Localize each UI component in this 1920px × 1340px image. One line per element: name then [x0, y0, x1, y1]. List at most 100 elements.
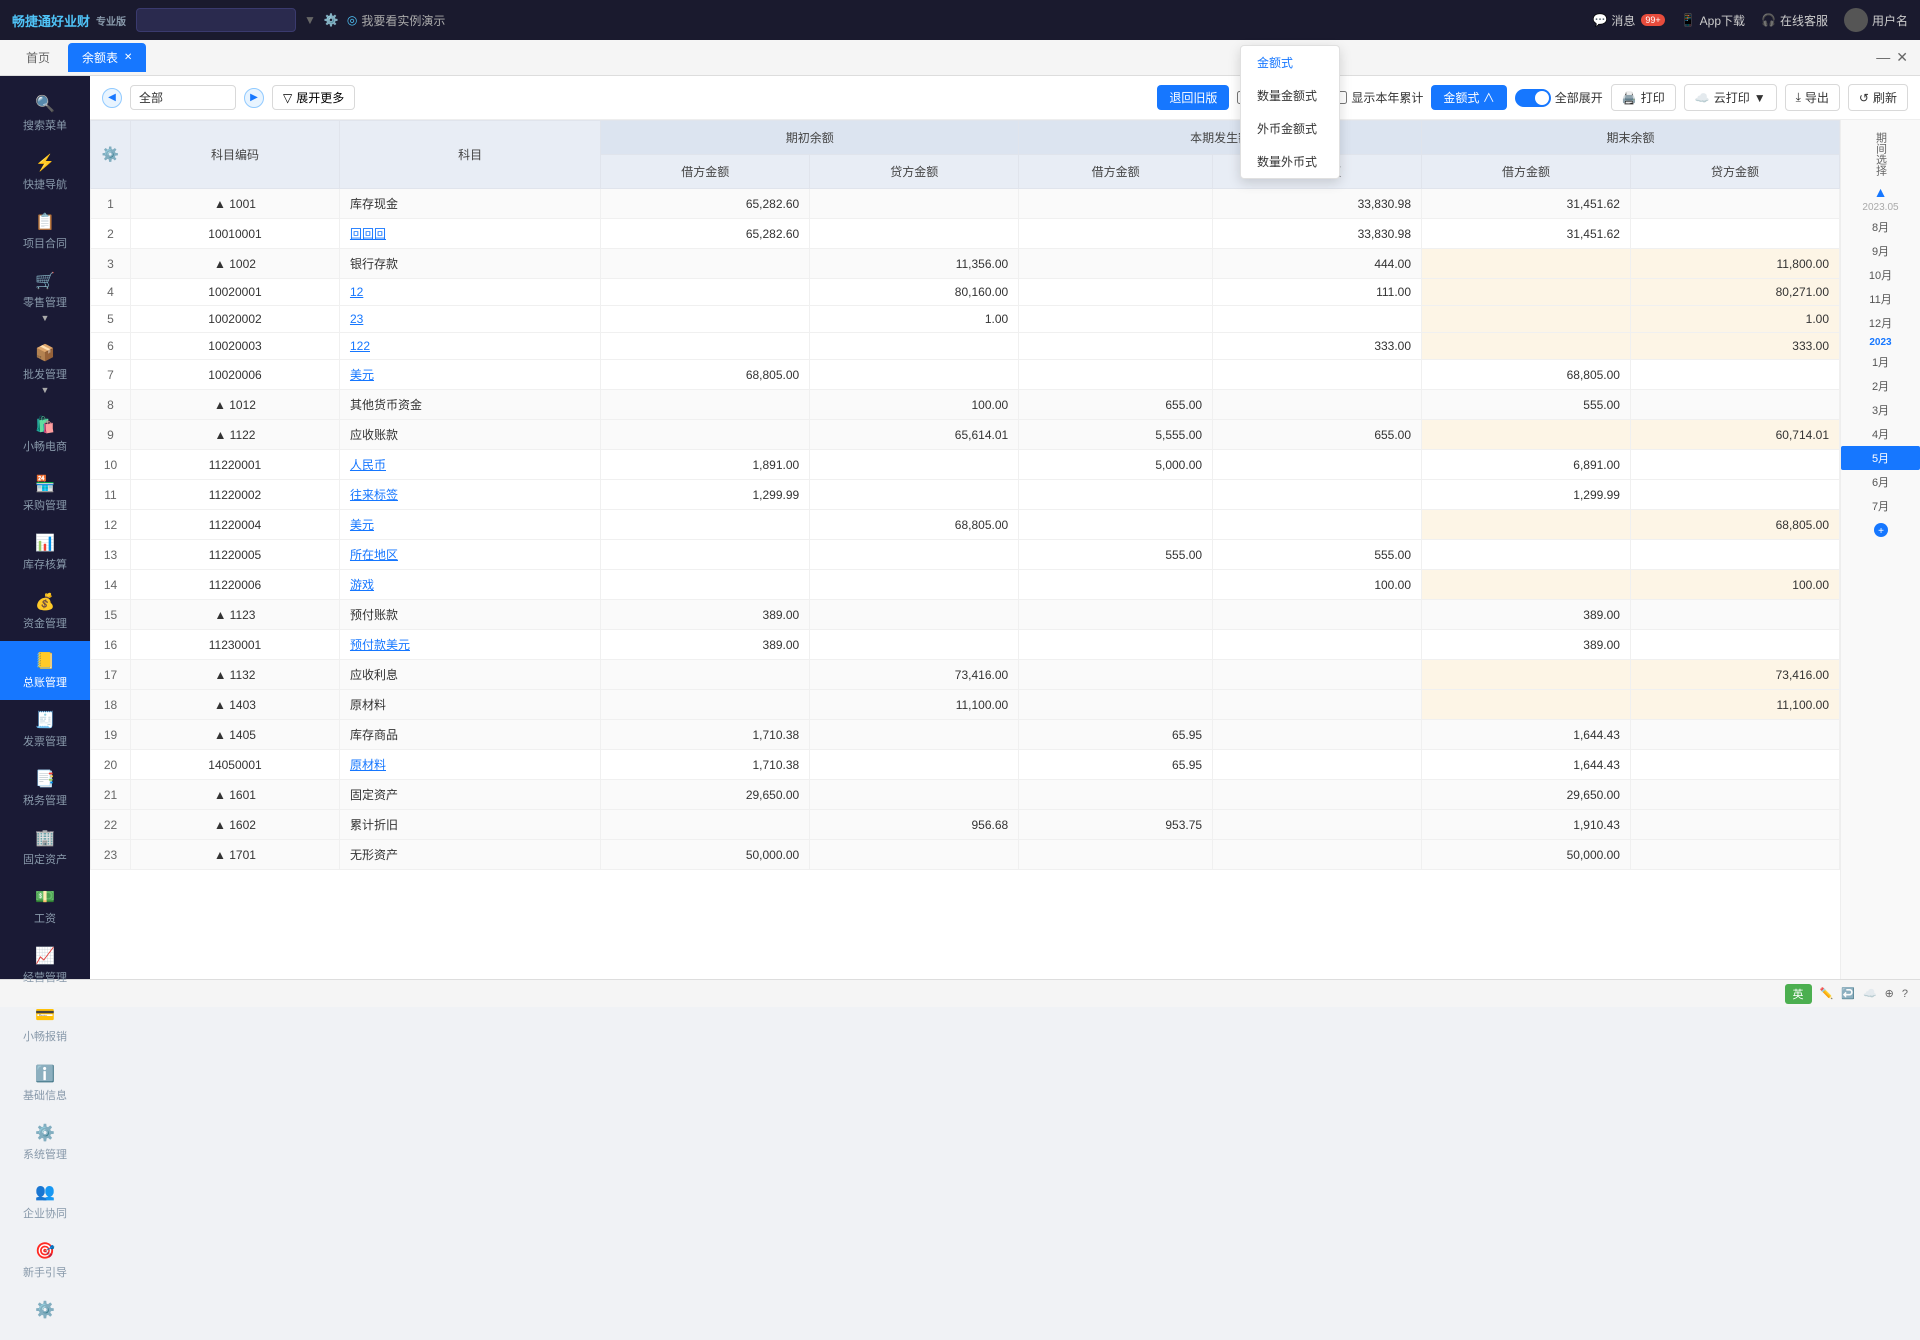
sidebar-item-search[interactable]: 🔍 搜索菜单 [0, 84, 90, 143]
style-dropdown-btn[interactable]: 金额式 ∧ [1431, 85, 1506, 110]
cell-code: 10020002 [131, 306, 340, 333]
tab-close-icon[interactable]: ✕ [124, 52, 132, 63]
table-container: ⚙️ 科目编码 科目 期初余额 本期发生额 期末余额 借方金额 贷方金额 借方金… [90, 120, 1840, 979]
period-month-3[interactable]: 3月 [1841, 398, 1920, 422]
tab-home[interactable]: 首页 [12, 43, 64, 72]
sidebar-item-project[interactable]: 📋 项目合同 [0, 202, 90, 261]
cloud-sync-icon[interactable]: ☁️ [1863, 987, 1877, 1000]
cell-name[interactable]: 美元 [339, 510, 600, 540]
help-icon[interactable]: ? [1902, 988, 1908, 1000]
sidebar-item-ops[interactable]: 📈 经营管理 [0, 936, 90, 995]
sidebar-item-expense[interactable]: 💳 小畅报销 [0, 995, 90, 1054]
export-btn[interactable]: ⤓ 导出 [1785, 84, 1840, 111]
table-settings-icon[interactable]: ⚙️ [102, 146, 119, 162]
cell-code: 11220006 [131, 570, 340, 600]
dropdown-item-qty-foreign[interactable]: 数量外币式 [1241, 145, 1339, 178]
refresh-btn[interactable]: ↺ 刷新 [1848, 84, 1908, 111]
search-all-label: 全部 [139, 89, 163, 106]
period-month-8[interactable]: 8月 [1841, 215, 1920, 239]
cell-name[interactable]: 所在地区 [339, 540, 600, 570]
lang-btn[interactable]: 英 [1785, 984, 1812, 1004]
period-month-5[interactable]: 5月 [1841, 446, 1920, 470]
sidebar-item-ledger[interactable]: 📒 总账管理 [0, 641, 90, 700]
cell-name[interactable]: 游戏 [339, 570, 600, 600]
cell-closing-credit: 333.00 [1630, 333, 1839, 360]
nav-back-btn[interactable]: ◀ [102, 88, 122, 108]
cell-name[interactable]: 12 [339, 279, 600, 306]
nav-forward-btn[interactable]: ▶ [244, 88, 264, 108]
return-old-btn[interactable]: 退回旧版 [1157, 85, 1229, 110]
sidebar-item-purchase[interactable]: 🏪 采购管理 [0, 464, 90, 523]
cell-name[interactable]: 往来标签 [339, 480, 600, 510]
cell-name[interactable]: 预付款美元 [339, 630, 600, 660]
sidebar-item-wholesale[interactable]: 📦 批发管理 ▼ [0, 333, 90, 405]
sidebar-item-inventory[interactable]: 📊 库存核算 [0, 523, 90, 582]
cell-name[interactable]: 原材料 [339, 750, 600, 780]
period-month-9[interactable]: 9月 [1841, 239, 1920, 263]
table-row: 510020002231.001.00 [91, 306, 1840, 333]
notification-btn[interactable]: 💬 消息 99+ [1592, 12, 1664, 29]
cloud-print-btn[interactable]: ☁️ 云打印 ▼ [1684, 84, 1777, 111]
cell-name[interactable]: 回回回 [339, 219, 600, 249]
print-btn[interactable]: 🖨️ 打印 [1611, 84, 1676, 111]
period-month-4[interactable]: 4月 [1841, 422, 1920, 446]
sidebar-settings-btn[interactable]: ⚙️ [31, 1290, 59, 1330]
cell-current-credit [1213, 600, 1422, 630]
cell-name[interactable]: 美元 [339, 360, 600, 390]
cell-name[interactable]: 122 [339, 333, 600, 360]
cell-closing-debit [1422, 333, 1631, 360]
app-download-btn[interactable]: 📱 App下载 [1681, 12, 1745, 29]
add-icon[interactable]: ⊕ [1885, 987, 1894, 1000]
period-year-2023[interactable]: 2023 [1869, 335, 1891, 350]
tab-minimize-icon[interactable]: — [1876, 49, 1890, 66]
cell-opening-credit: 11,100.00 [810, 690, 1019, 720]
cell-name: 应收账款 [339, 420, 600, 450]
top-search-input[interactable] [136, 8, 296, 32]
expand-more-btn[interactable]: ▽ 展开更多 [272, 85, 355, 110]
edit-icon[interactable]: ✏️ [1820, 987, 1834, 1000]
dropdown-item-foreign-amount[interactable]: 外币金额式 [1241, 112, 1339, 145]
sidebar-item-tax[interactable]: 📑 税务管理 [0, 759, 90, 818]
online-service-btn[interactable]: 🎧 在线客服 [1761, 12, 1828, 29]
tab-balance[interactable]: 余额表 ✕ [68, 43, 146, 72]
sidebar-item-basic[interactable]: ℹ️ 基础信息 [0, 1054, 90, 1113]
period-scroll-up-btn[interactable]: ▲ [1874, 184, 1888, 200]
sidebar-item-ecommerce[interactable]: 🛍️ 小畅电商 [0, 405, 90, 464]
table-row: 19▲ 1405库存商品1,710.3865.951,644.43 [91, 720, 1840, 750]
period-month-11[interactable]: 11月 [1841, 287, 1920, 311]
dropdown-item-qty-amount[interactable]: 数量金额式 [1241, 79, 1339, 112]
sidebar-item-collab[interactable]: 👥 企业协同 [0, 1172, 90, 1231]
cell-opening-debit: 389.00 [601, 630, 810, 660]
sidebar-item-assets[interactable]: 🏢 固定资产 [0, 818, 90, 877]
tab-close-window-icon[interactable]: ✕ [1896, 49, 1908, 66]
search-input[interactable] [167, 91, 227, 105]
period-month-6[interactable]: 6月 [1841, 470, 1920, 494]
dropdown-arrow[interactable]: ▼ [304, 13, 316, 27]
settings-icon[interactable]: ⚙️ [324, 13, 339, 27]
sidebar-item-quicknav[interactable]: ⚡ 快捷导航 [0, 143, 90, 202]
toggle-switch[interactable] [1515, 89, 1551, 107]
period-month-12[interactable]: 12月 [1841, 311, 1920, 335]
cell-opening-credit: 1.00 [810, 306, 1019, 333]
sidebar-item-system[interactable]: ⚙️ 系统管理 [0, 1113, 90, 1172]
cloud-print-dropdown-icon[interactable]: ▼ [1754, 91, 1766, 105]
period-scroll-down-btn[interactable]: + [1873, 522, 1889, 541]
sidebar-item-salary[interactable]: 💵 工资 [0, 877, 90, 936]
sidebar-item-guide[interactable]: 🎯 新手引导 [0, 1231, 90, 1290]
sidebar-item-retail[interactable]: 🛒 零售管理 ▼ [0, 261, 90, 333]
sidebar-item-invoice[interactable]: 🧾 发票管理 [0, 700, 90, 759]
cell-name: 库存商品 [339, 720, 600, 750]
cell-current-credit: 555.00 [1213, 540, 1422, 570]
cell-name[interactable]: 人民币 [339, 450, 600, 480]
period-month-1[interactable]: 1月 [1841, 350, 1920, 374]
period-month-2[interactable]: 2月 [1841, 374, 1920, 398]
period-month-10[interactable]: 10月 [1841, 263, 1920, 287]
cell-name[interactable]: 23 [339, 306, 600, 333]
sidebar-item-finance[interactable]: 💰 资金管理 [0, 582, 90, 641]
cell-no: 14 [91, 570, 131, 600]
undo-icon[interactable]: ↩️ [1841, 987, 1855, 1000]
demo-link[interactable]: ◎ 我要看实例演示 [347, 12, 446, 29]
user-avatar[interactable]: 用户名 [1844, 8, 1908, 32]
period-month-7[interactable]: 7月 [1841, 494, 1920, 518]
cell-code: ▲ 1403 [131, 690, 340, 720]
